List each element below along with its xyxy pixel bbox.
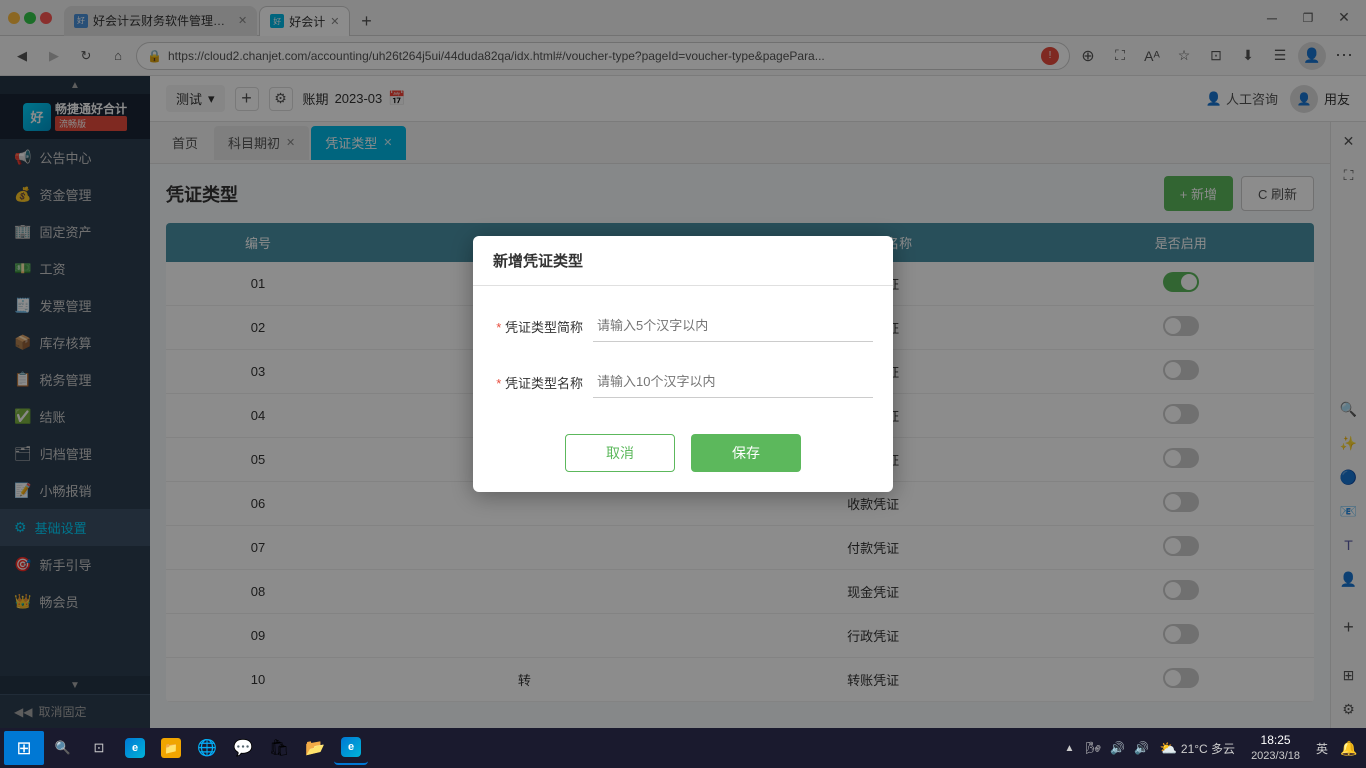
wind-icon[interactable]: 🌬: [1083, 731, 1103, 765]
systray: ▲ 🌬 🔊 🔊 ⛅ 21°C 多云 18:25 2023/3/18 英 🔔: [1059, 731, 1362, 765]
notification-btn[interactable]: 🔔: [1336, 731, 1362, 765]
store-btn[interactable]: 🛍: [262, 731, 296, 765]
volume-icon[interactable]: 🔊: [1131, 731, 1151, 765]
lang-label: 英: [1316, 740, 1328, 757]
systray-expand[interactable]: ▲: [1059, 731, 1079, 765]
clock-date: 2023/3/18: [1251, 749, 1300, 763]
file-explorer-btn[interactable]: 📁: [154, 731, 188, 765]
short-name-label: * 凭证类型简称: [493, 317, 583, 336]
clock-area[interactable]: 18:25 2023/3/18: [1243, 733, 1308, 763]
taskbar: ⊞ 🔍 ⊡ e 📁 🌐 💬 🛍 📂 e ▲ 🌬 🔊 🔊 ⛅ 21°C 多云 18…: [0, 728, 1366, 768]
modal-body: * 凭证类型简称 * 凭证类型名称: [473, 286, 893, 418]
chrome-btn[interactable]: 🌐: [190, 731, 224, 765]
form-row-full-name: * 凭证类型名称: [493, 366, 873, 398]
lang-indicator[interactable]: 英: [1312, 731, 1332, 765]
modal-title: 新增凭证类型: [493, 253, 583, 270]
form-row-short-name: * 凭证类型简称: [493, 310, 873, 342]
photos-btn[interactable]: 📂: [298, 731, 332, 765]
edge-btn[interactable]: e: [118, 731, 152, 765]
wechat-btn[interactable]: 💬: [226, 731, 260, 765]
start-btn[interactable]: ⊞: [4, 731, 44, 765]
cancel-button[interactable]: 取消: [565, 434, 675, 472]
modal-header: 新增凭证类型: [473, 236, 893, 286]
clock-time: 18:25: [1261, 733, 1291, 749]
modal-overlay: 新增凭证类型 * 凭证类型简称 * 凭证类型名称 取消 保存: [0, 0, 1366, 728]
weather-info[interactable]: ⛅ 21°C 多云: [1155, 740, 1239, 757]
full-name-label: * 凭证类型名称: [493, 373, 583, 392]
modal-footer: 取消 保存: [473, 418, 893, 492]
network-icon[interactable]: 🔊: [1107, 731, 1127, 765]
full-name-input[interactable]: [593, 366, 873, 398]
save-button[interactable]: 保存: [691, 434, 801, 472]
edge-taskbar-btn[interactable]: e: [334, 731, 368, 765]
task-view-btn[interactable]: ⊡: [82, 731, 116, 765]
modal: 新增凭证类型 * 凭证类型简称 * 凭证类型名称 取消 保存: [473, 236, 893, 492]
search-taskbar-btn[interactable]: 🔍: [46, 731, 80, 765]
weather-label: 21°C 多云: [1181, 740, 1235, 757]
short-name-input[interactable]: [593, 310, 873, 342]
